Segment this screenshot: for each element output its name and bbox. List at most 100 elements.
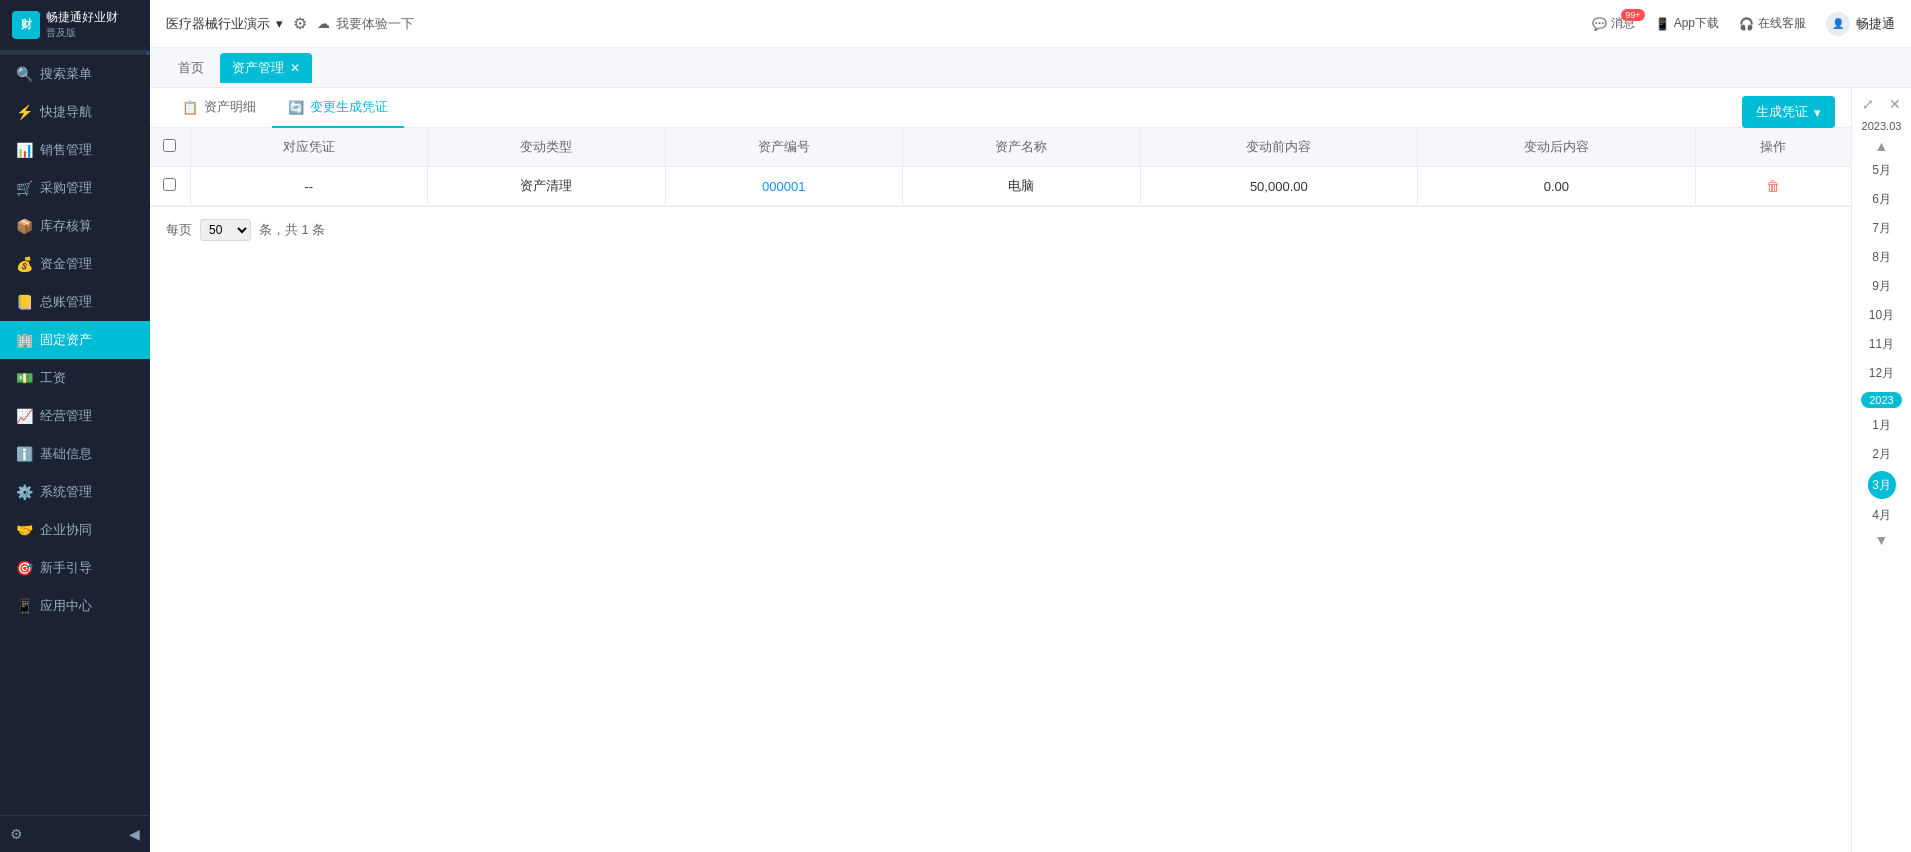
sidebar-item-system[interactable]: ⚙️ 系统管理 bbox=[0, 473, 150, 511]
month-11[interactable]: 11月 bbox=[1852, 330, 1911, 359]
select-all-checkbox[interactable] bbox=[163, 139, 176, 152]
quicknav-icon: ⚡ bbox=[16, 104, 32, 120]
cell-voucher: -- bbox=[190, 167, 428, 206]
messages-btn[interactable]: 💬 消息 99+ bbox=[1592, 15, 1635, 32]
header-settings-btn[interactable]: ⚙ bbox=[293, 14, 307, 33]
sidebar-item-collab[interactable]: 🤝 企业协同 bbox=[0, 511, 150, 549]
per-page-select[interactable]: 10 20 50 100 bbox=[200, 219, 251, 241]
sidebar-item-label: 销售管理 bbox=[40, 141, 92, 159]
sidebar-item-basic[interactable]: ℹ️ 基础信息 bbox=[0, 435, 150, 473]
sidebar-item-business[interactable]: 📈 经营管理 bbox=[0, 397, 150, 435]
sidebar-item-appcenter[interactable]: 📱 应用中心 bbox=[0, 587, 150, 625]
month-1-2023[interactable]: 1月 bbox=[1852, 411, 1911, 440]
sidebar-item-sales[interactable]: 📊 销售管理 bbox=[0, 131, 150, 169]
logo-sub: 普及版 bbox=[46, 26, 118, 40]
app-logo: 财 畅捷通好业财 普及版 bbox=[0, 0, 150, 51]
tab-asset-label: 资产管理 bbox=[232, 59, 284, 77]
tab-close-btn[interactable]: ✕ bbox=[290, 62, 300, 74]
main-content: 📋 资产明细 🔄 变更生成凭证 生成凭证 ▾ bbox=[150, 88, 1851, 852]
panel-close-btn[interactable]: ✕ bbox=[1885, 94, 1905, 114]
asset-detail-icon: 📋 bbox=[182, 100, 198, 115]
cloud-icon: ☁ bbox=[317, 16, 330, 31]
th-change-type: 变动类型 bbox=[428, 128, 666, 167]
sidebar-item-ledger[interactable]: 📒 总账管理 bbox=[0, 283, 150, 321]
table-row: -- 资产清理 000001 电脑 50,000.00 0.00 🗑 bbox=[150, 167, 1851, 206]
tab-asset-mgmt[interactable]: 资产管理 ✕ bbox=[220, 53, 312, 83]
table-container: 对应凭证 变动类型 资产编号 资产名称 变动前内容 变动后内容 操作 bbox=[150, 128, 1851, 206]
month-10[interactable]: 10月 bbox=[1852, 301, 1911, 330]
settings-footer-btn[interactable]: ⚙ bbox=[10, 826, 23, 842]
month-5[interactable]: 5月 bbox=[1852, 156, 1911, 185]
inner-tabs-container: 📋 资产明细 🔄 变更生成凭证 生成凭证 ▾ bbox=[150, 88, 1851, 128]
user-info[interactable]: 👤 畅捷通 bbox=[1826, 12, 1895, 36]
appcenter-icon: 📱 bbox=[16, 598, 32, 614]
sidebar-item-funds[interactable]: 💰 资金管理 bbox=[0, 245, 150, 283]
logo-icon: 财 bbox=[12, 11, 40, 39]
sidebar-item-label: 总账管理 bbox=[40, 293, 92, 311]
sidebar-footer: ⚙ ◀ bbox=[0, 815, 150, 852]
message-icon: 💬 bbox=[1592, 17, 1607, 31]
sidebar-item-label: 企业协同 bbox=[40, 521, 92, 539]
collapse-btn[interactable]: ◀ bbox=[129, 826, 140, 842]
month-4-2023[interactable]: 4月 bbox=[1852, 501, 1911, 530]
panel-expand-btn[interactable]: ⤢ bbox=[1858, 94, 1878, 114]
funds-icon: 💰 bbox=[16, 256, 32, 272]
company-selector[interactable]: 医疗器械行业演示 ▾ bbox=[166, 15, 283, 33]
sidebar-item-label: 采购管理 bbox=[40, 179, 92, 197]
sales-icon: 📊 bbox=[16, 142, 32, 158]
app-download-btn[interactable]: 📱 App下载 bbox=[1655, 15, 1719, 32]
cell-operation[interactable]: 🗑 bbox=[1695, 167, 1851, 206]
month-3-2023[interactable]: 3月 bbox=[1868, 471, 1896, 499]
tab-home[interactable]: 首页 bbox=[166, 53, 216, 83]
sidebar-item-label: 系统管理 bbox=[40, 483, 92, 501]
sidebar-item-salary[interactable]: 💵 工资 bbox=[0, 359, 150, 397]
year-label-prev: 2023.03 bbox=[1852, 116, 1911, 136]
th-asset-name: 资产名称 bbox=[903, 128, 1141, 167]
sidebar-item-search[interactable]: 🔍 搜索菜单 bbox=[0, 55, 150, 93]
cell-after: 0.00 bbox=[1418, 167, 1696, 206]
generate-voucher-btn[interactable]: 生成凭证 ▾ bbox=[1742, 96, 1835, 128]
month-7[interactable]: 7月 bbox=[1852, 214, 1911, 243]
per-page-label: 每页 bbox=[166, 221, 192, 239]
generate-dropdown-icon: ▾ bbox=[1814, 105, 1821, 120]
tab-asset-detail[interactable]: 📋 资产明细 bbox=[166, 88, 272, 128]
scroll-up-btn[interactable]: ▲ bbox=[1872, 136, 1892, 156]
th-select-all[interactable] bbox=[150, 128, 190, 167]
top-header: 医疗器械行业演示 ▾ ⚙ ☁ 我要体验一下 💬 消息 99+ 📱 App下载 🎧… bbox=[150, 0, 1911, 48]
month-9[interactable]: 9月 bbox=[1852, 272, 1911, 301]
sidebar-item-label: 工资 bbox=[40, 369, 66, 387]
online-service-btn[interactable]: 🎧 在线客服 bbox=[1739, 15, 1806, 32]
sidebar-item-purchase[interactable]: 🛒 采购管理 bbox=[0, 169, 150, 207]
tab-asset-detail-label: 资产明细 bbox=[204, 98, 256, 116]
sidebar-item-label: 固定资产 bbox=[40, 331, 92, 349]
business-icon: 📈 bbox=[16, 408, 32, 424]
sidebar-item-fixedassets[interactable]: 🏢 固定资产 bbox=[0, 321, 150, 359]
online-service-label: 在线客服 bbox=[1758, 15, 1806, 32]
month-8[interactable]: 8月 bbox=[1852, 243, 1911, 272]
sidebar-item-inventory[interactable]: 📦 库存核算 bbox=[0, 207, 150, 245]
cell-asset-name: 电脑 bbox=[903, 167, 1141, 206]
month-12[interactable]: 12月 bbox=[1852, 359, 1911, 388]
purchase-icon: 🛒 bbox=[16, 180, 32, 196]
inventory-icon: 📦 bbox=[16, 218, 32, 234]
month-6[interactable]: 6月 bbox=[1852, 185, 1911, 214]
avatar: 👤 bbox=[1826, 12, 1850, 36]
experience-btn[interactable]: ☁ 我要体验一下 bbox=[317, 15, 414, 33]
sidebar-item-guide[interactable]: 🎯 新手引导 bbox=[0, 549, 150, 587]
sidebar-item-label: 经营管理 bbox=[40, 407, 92, 425]
inner-tabs: 📋 资产明细 🔄 变更生成凭证 bbox=[150, 88, 1851, 128]
tab-voucher-gen-label: 变更生成凭证 bbox=[310, 98, 388, 116]
row-checkbox-cell[interactable] bbox=[150, 167, 190, 206]
guide-icon: 🎯 bbox=[16, 560, 32, 576]
username: 畅捷通 bbox=[1856, 15, 1895, 33]
sidebar-item-quicknav[interactable]: ⚡ 快捷导航 bbox=[0, 93, 150, 131]
cell-before: 50,000.00 bbox=[1140, 167, 1418, 206]
download-icon: 📱 bbox=[1655, 17, 1670, 31]
year-2023-badge: 2023 bbox=[1861, 392, 1901, 408]
row-checkbox[interactable] bbox=[163, 178, 176, 191]
sidebar: 财 畅捷通好业财 普及版 🔍 搜索菜单 ⚡ 快捷导航 📊 销售管理 🛒 采购管理… bbox=[0, 0, 150, 852]
month-2-2023[interactable]: 2月 bbox=[1852, 440, 1911, 469]
tab-voucher-gen[interactable]: 🔄 变更生成凭证 bbox=[272, 88, 404, 128]
scroll-down-btn[interactable]: ▼ bbox=[1872, 530, 1892, 550]
delete-btn[interactable]: 🗑 bbox=[1766, 178, 1780, 194]
